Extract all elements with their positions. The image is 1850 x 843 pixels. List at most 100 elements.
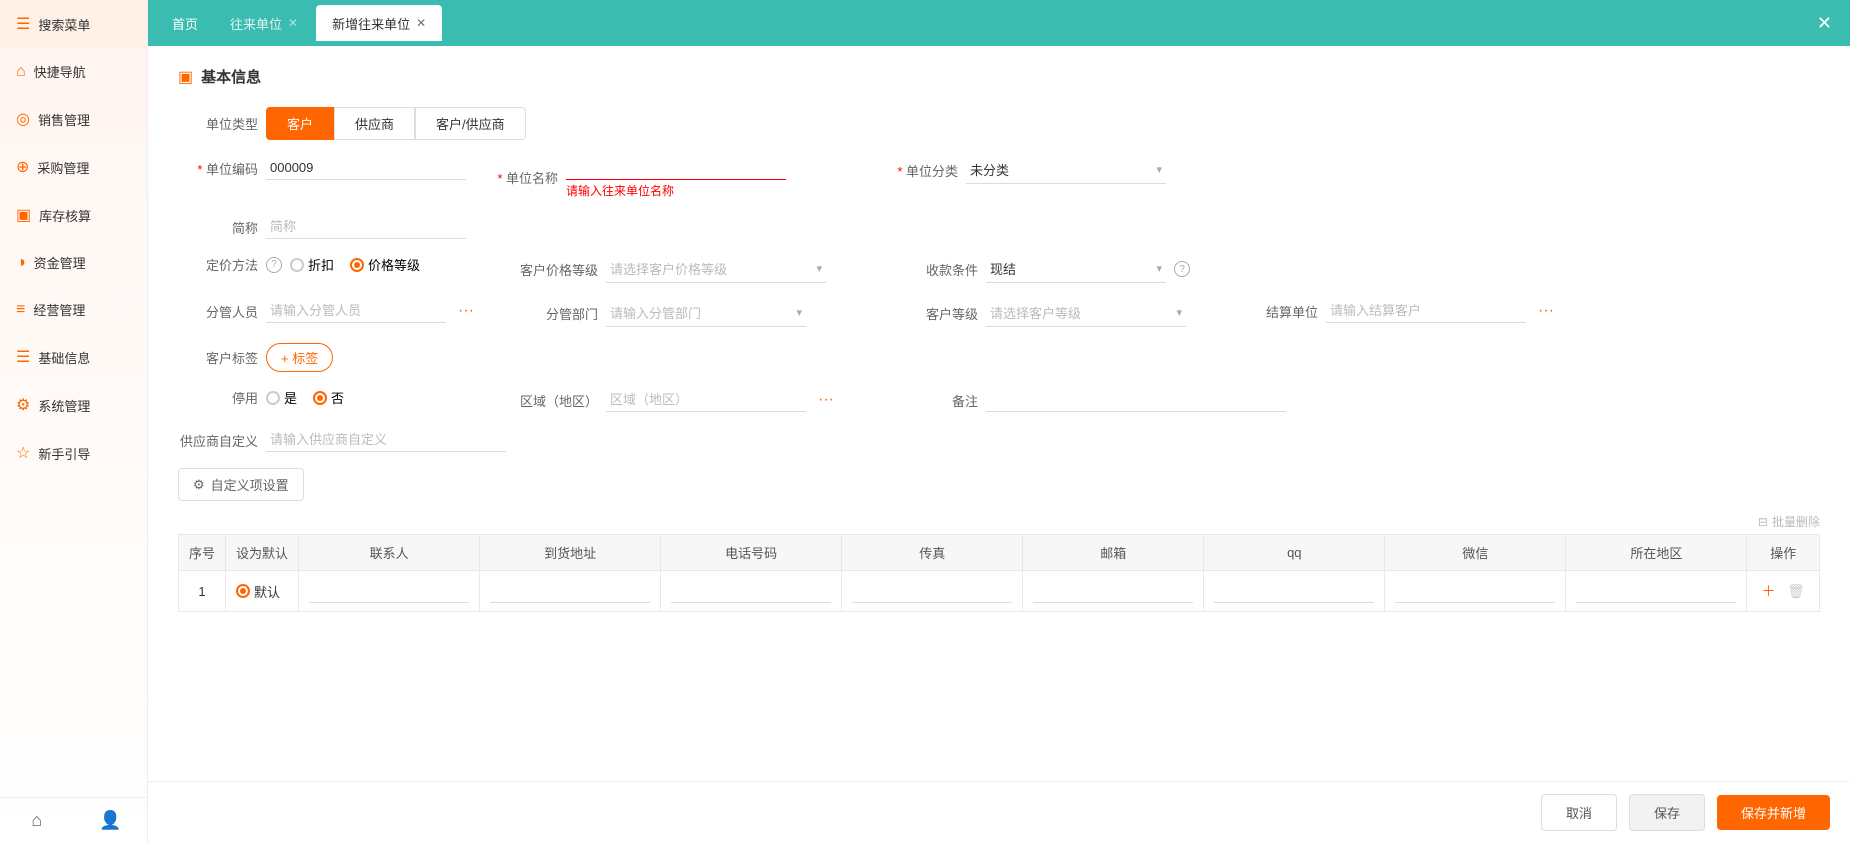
- customer-tag-row: 客户标签 + 标签: [178, 343, 1820, 372]
- table-header: 序号 设为默认 联系人 到货地址 电话号码 传真 邮箱 qq 微信 所在地区 操…: [179, 535, 1820, 571]
- manager-dept-row: 分管人员 ··· 分管部门 请输入分管部门 ▾ 客户等级 请选择客户等级 ▾: [178, 299, 1820, 327]
- sidebar-item-sales[interactable]: ◎ 销售管理: [0, 95, 147, 143]
- sidebar-item-operations[interactable]: ≡ 经营管理: [0, 286, 147, 333]
- unit-name-input[interactable]: [566, 156, 786, 180]
- row-contact[interactable]: [299, 571, 480, 612]
- department-select[interactable]: 请输入分管部门 ▾: [606, 299, 806, 327]
- unit-type-both-btn[interactable]: 客户/供应商: [415, 107, 526, 140]
- row-wechat[interactable]: [1385, 571, 1566, 612]
- payment-info-icon[interactable]: ?: [1174, 261, 1190, 277]
- pricing-level-radio[interactable]: 价格等级: [350, 255, 420, 274]
- save-button[interactable]: 保存: [1629, 794, 1705, 831]
- col-fax: 传真: [842, 535, 1023, 571]
- row-fax[interactable]: [842, 571, 1023, 612]
- unit-category-select[interactable]: 未分类 ▾: [966, 156, 1166, 184]
- tab-home-label: 首页: [172, 14, 198, 33]
- cancel-button[interactable]: 取消: [1541, 794, 1617, 831]
- unit-type-label: 单位类型: [178, 114, 258, 133]
- region-field: 区域（地区） ···: [518, 388, 898, 412]
- customer-level-chevron-icon: ▾: [1176, 306, 1182, 319]
- row-address[interactable]: [480, 571, 661, 612]
- row-delete-icon[interactable]: 🗑: [1787, 583, 1805, 599]
- settlement-unit-field: 结算单位 ···: [1238, 299, 1820, 323]
- remark-field: 备注: [898, 388, 1820, 412]
- sidebar-item-search[interactable]: ☰ 搜索菜单: [0, 0, 147, 48]
- section-title: 基本信息: [201, 66, 261, 87]
- row-phone[interactable]: [661, 571, 842, 612]
- unit-code-field: 单位编码: [178, 156, 478, 180]
- sidebar-item-guide[interactable]: ☆ 新手引导: [0, 429, 147, 477]
- pricing-level-circle: [350, 258, 364, 272]
- col-default: 设为默认: [226, 535, 299, 571]
- remark-input[interactable]: [986, 388, 1286, 412]
- row-qq[interactable]: [1204, 571, 1385, 612]
- save-new-button[interactable]: 保存并新增: [1717, 795, 1830, 830]
- region-more-btn[interactable]: ···: [814, 391, 838, 409]
- sidebar-item-quick-nav[interactable]: ⌂ 快捷导航: [0, 48, 147, 95]
- tab-partners-close[interactable]: ✕: [288, 16, 298, 30]
- pricing-info-icon[interactable]: ?: [266, 257, 282, 273]
- row-default-checkbox[interactable]: 默认: [226, 571, 299, 612]
- disabled-no-radio[interactable]: 否: [313, 388, 344, 407]
- col-action: 操作: [1747, 535, 1820, 571]
- customer-tag-field: 客户标签 + 标签: [178, 343, 1820, 372]
- row-email-input[interactable]: [1033, 579, 1193, 603]
- disabled-label: 停用: [178, 388, 258, 407]
- row-region-input[interactable]: [1576, 579, 1736, 603]
- sidebar-item-inventory[interactable]: ▣ 库存核算: [0, 191, 147, 239]
- region-input[interactable]: [606, 388, 806, 412]
- row-wechat-input[interactable]: [1395, 579, 1555, 603]
- custom-settings-area: ⚙ 自定义项设置: [178, 468, 1820, 501]
- disabled-region-remark-row: 停用 是 否 区域（地区） ···: [178, 388, 1820, 412]
- sidebar-item-purchase[interactable]: ⊕ 采购管理: [0, 143, 147, 191]
- sidebar-bottom-home[interactable]: ⌂: [0, 798, 74, 843]
- manager-more-btn[interactable]: ···: [454, 302, 478, 320]
- row-region[interactable]: [1566, 571, 1747, 612]
- quick-nav-icon: ⌂: [16, 63, 26, 81]
- sidebar-bottom-user[interactable]: 👤: [74, 798, 148, 843]
- settlement-more-btn[interactable]: ···: [1534, 302, 1558, 320]
- batch-delete-label[interactable]: 批量删除: [1772, 513, 1820, 530]
- customer-level-select[interactable]: 请选择客户等级 ▾: [986, 299, 1186, 327]
- unit-type-customer-btn[interactable]: 客户: [266, 107, 334, 140]
- row-add-icon[interactable]: ＋: [1762, 583, 1776, 599]
- payment-terms-select[interactable]: 现结 ▾: [986, 255, 1166, 283]
- short-name-input[interactable]: [266, 215, 466, 239]
- disabled-yes-label: 是: [284, 388, 297, 407]
- row-default-radio[interactable]: 默认: [236, 582, 288, 601]
- unit-code-input[interactable]: [266, 156, 466, 180]
- tab-new-partner[interactable]: 新增往来单位 ✕: [316, 5, 442, 41]
- remark-label: 备注: [898, 391, 978, 410]
- add-tag-label: + 标签: [281, 348, 318, 367]
- supplier-custom-input[interactable]: [266, 428, 506, 452]
- region-label: 区域（地区）: [518, 391, 598, 410]
- row-email[interactable]: [1023, 571, 1204, 612]
- manager-input[interactable]: [266, 299, 446, 323]
- row-address-input[interactable]: [490, 579, 650, 603]
- row-phone-input[interactable]: [671, 579, 831, 603]
- custom-settings-button[interactable]: ⚙ 自定义项设置: [178, 468, 304, 501]
- settlement-unit-input[interactable]: [1326, 299, 1526, 323]
- tab-partners[interactable]: 往来单位 ✕: [214, 5, 314, 41]
- customer-price-level-select[interactable]: 请选择客户价格等级 ▾: [606, 255, 826, 283]
- sidebar-bottom: ⌂ 👤: [0, 797, 147, 843]
- unit-code-label: 单位编码: [178, 159, 258, 178]
- tab-home[interactable]: 首页: [158, 5, 212, 41]
- row-fax-input[interactable]: [852, 579, 1012, 603]
- pricing-discount-radio[interactable]: 折扣: [290, 255, 334, 274]
- unit-type-supplier-btn[interactable]: 供应商: [334, 107, 415, 140]
- sidebar-item-finance[interactable]: ◑ 资金管理: [0, 239, 147, 286]
- sidebar-item-system[interactable]: ⚙ 系统管理: [0, 381, 147, 429]
- sidebar-item-basic-info[interactable]: ☰ 基础信息: [0, 333, 147, 381]
- purchase-icon: ⊕: [16, 157, 29, 177]
- row-contact-input[interactable]: [309, 579, 469, 603]
- add-tag-button[interactable]: + 标签: [266, 343, 333, 372]
- disabled-yes-radio[interactable]: 是: [266, 388, 297, 407]
- row-qq-input[interactable]: [1214, 579, 1374, 603]
- supplier-custom-label: 供应商自定义: [178, 431, 258, 450]
- col-wechat: 微信: [1385, 535, 1566, 571]
- tab-new-partner-close[interactable]: ✕: [416, 16, 426, 30]
- pricing-discount-circle: [290, 258, 304, 272]
- window-close-button[interactable]: ✕: [1809, 13, 1840, 34]
- unit-name-label: 单位名称: [478, 168, 558, 187]
